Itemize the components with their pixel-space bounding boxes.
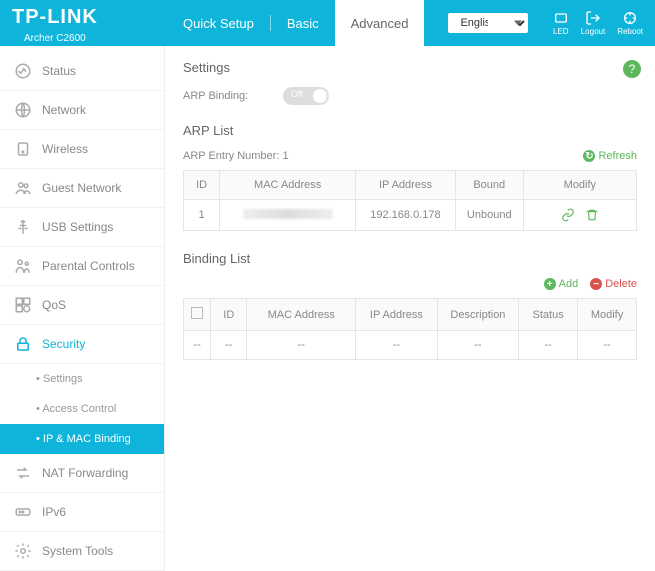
bind-col-id: ID: [211, 299, 247, 331]
arp-cell-ip: 192.168.0.178: [356, 200, 456, 231]
sidebar-item-guest[interactable]: Guest Network: [0, 169, 164, 208]
brand-logo: TP-LINK: [12, 6, 98, 28]
delete-icon: −: [590, 278, 602, 290]
ipv6-icon: [14, 503, 32, 521]
tab-advanced[interactable]: Advanced: [335, 0, 425, 46]
parental-icon: [14, 257, 32, 275]
bind-icon[interactable]: [561, 208, 575, 222]
arp-col-bound: Bound: [455, 171, 523, 200]
network-icon: [14, 101, 32, 119]
logout-icon: [585, 10, 601, 26]
content: ? Settings ARP Binding: Off ARP List ARP…: [165, 46, 655, 571]
arp-binding-label: ARP Binding:: [183, 90, 283, 102]
add-icon: +: [544, 278, 556, 290]
section-title-settings: Settings: [183, 60, 637, 75]
arp-col-modify: Modify: [523, 171, 636, 200]
tab-quick-setup[interactable]: Quick Setup: [167, 0, 270, 46]
bind-col-modify: Modify: [578, 299, 637, 331]
mac-blurred: [243, 209, 333, 219]
binding-list-bar: + Add − Delete: [183, 278, 637, 290]
led-icon: [553, 10, 569, 26]
reboot-icon: [622, 10, 638, 26]
sidebar-item-status[interactable]: Status: [0, 52, 164, 91]
arp-list-bar: ARP Entry Number: 1 ↻ Refresh: [183, 150, 637, 162]
delete-button[interactable]: − Delete: [590, 278, 637, 290]
section-title-binding: Binding List: [183, 251, 637, 266]
qos-icon: [14, 296, 32, 314]
sidebar-sub-ip-mac-binding[interactable]: IP & MAC Binding: [0, 424, 164, 454]
sidebar-item-nat[interactable]: NAT Forwarding: [0, 454, 164, 493]
arp-binding-row: ARP Binding: Off: [183, 87, 637, 105]
header: TP-LINK Archer C2600 Quick Setup Basic A…: [0, 0, 655, 46]
arp-col-id: ID: [184, 171, 220, 200]
arp-col-mac: MAC Address: [220, 171, 356, 200]
tab-basic[interactable]: Basic: [271, 0, 335, 46]
tools-icon: [14, 542, 32, 560]
arp-row: 1 192.168.0.178 Unbound: [184, 200, 637, 231]
arp-binding-toggle[interactable]: Off: [283, 87, 329, 105]
bind-col-check: [184, 299, 211, 331]
main-tabs: Quick Setup Basic Advanced: [167, 0, 424, 46]
sidebar-item-security[interactable]: Security: [0, 325, 164, 364]
arp-cell-mac: [220, 200, 356, 231]
bind-col-mac: MAC Address: [247, 299, 356, 331]
arp-cell-id: 1: [184, 200, 220, 231]
select-all-checkbox[interactable]: [191, 307, 203, 319]
arp-col-ip: IP Address: [356, 171, 456, 200]
arp-entry-count: ARP Entry Number: 1: [183, 150, 289, 162]
guest-icon: [14, 179, 32, 197]
section-title-arplist: ARP List: [183, 123, 637, 138]
status-icon: [14, 62, 32, 80]
refresh-icon: ↻: [583, 150, 595, 162]
arp-cell-bound: Unbound: [455, 200, 523, 231]
language-select-wrap: English: [448, 13, 528, 33]
header-icons: LED Logout Reboot: [553, 10, 643, 36]
sidebar-item-network[interactable]: Network: [0, 91, 164, 130]
sidebar-item-parental[interactable]: Parental Controls: [0, 247, 164, 286]
bind-col-status: Status: [519, 299, 578, 331]
usb-icon: [14, 218, 32, 236]
sidebar-item-ipv6[interactable]: IPv6: [0, 493, 164, 532]
security-icon: [14, 335, 32, 353]
language-select[interactable]: English: [448, 13, 528, 33]
sidebar-sub-settings[interactable]: Settings: [0, 364, 164, 394]
arp-cell-modify: [523, 200, 636, 231]
help-button[interactable]: ?: [623, 60, 641, 78]
arp-table: ID MAC Address IP Address Bound Modify 1…: [183, 170, 637, 231]
binding-empty-row: -- -- -- -- -- -- --: [184, 331, 637, 360]
nat-icon: [14, 464, 32, 482]
wireless-icon: [14, 140, 32, 158]
sidebar-item-qos[interactable]: QoS: [0, 286, 164, 325]
logout-button[interactable]: Logout: [581, 10, 605, 36]
sidebar-sub-access-control[interactable]: Access Control: [0, 394, 164, 424]
add-button[interactable]: + Add: [544, 278, 579, 290]
brand-block: TP-LINK Archer C2600: [12, 6, 167, 40]
led-button[interactable]: LED: [553, 10, 569, 36]
reboot-button[interactable]: Reboot: [617, 10, 643, 36]
layout: Status Network Wireless Guest Network US…: [0, 46, 655, 571]
binding-table: ID MAC Address IP Address Description St…: [183, 298, 637, 360]
sidebar: Status Network Wireless Guest Network US…: [0, 46, 165, 571]
bind-col-desc: Description: [437, 299, 519, 331]
sidebar-item-usb[interactable]: USB Settings: [0, 208, 164, 247]
refresh-button[interactable]: ↻ Refresh: [583, 150, 637, 162]
sidebar-item-wireless[interactable]: Wireless: [0, 130, 164, 169]
model-name: Archer C2600: [24, 33, 167, 44]
sidebar-item-tools[interactable]: System Tools: [0, 532, 164, 571]
trash-icon[interactable]: [585, 208, 599, 222]
bind-col-ip: IP Address: [356, 299, 438, 331]
